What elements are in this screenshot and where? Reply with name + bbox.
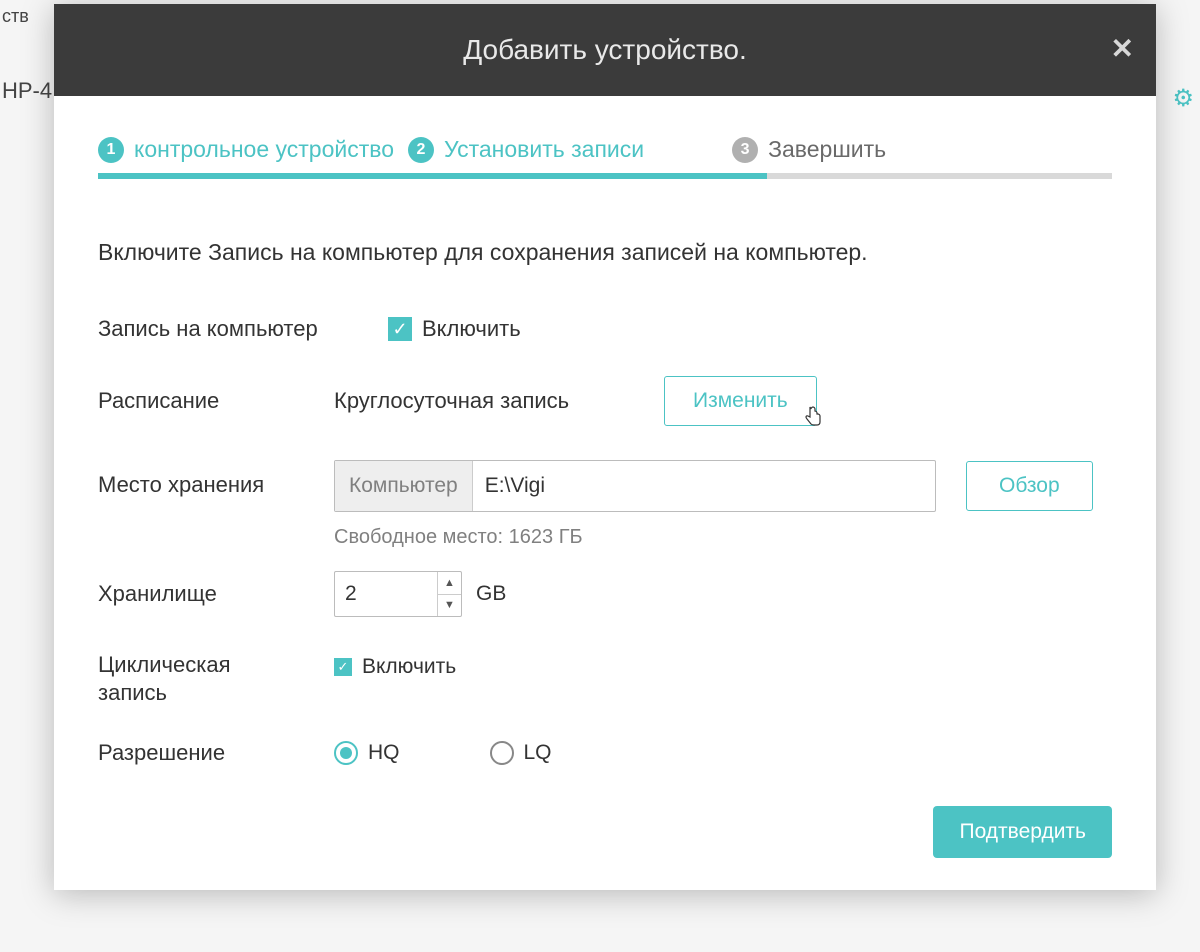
bg-text-model: HP-4 <box>2 78 52 104</box>
stepper-progress-fill <box>98 173 767 179</box>
step-label: Завершить <box>768 136 886 163</box>
modal-title: Добавить устройство. <box>463 34 747 66</box>
record-enable-checkbox-group: ✓ Включить <box>388 316 521 342</box>
storage-label: Место хранения <box>98 472 334 498</box>
step-number: 1 <box>98 137 124 163</box>
bg-text: ств <box>2 6 29 27</box>
step-number: 2 <box>408 137 434 163</box>
stepper-up-icon[interactable]: ▲ <box>438 572 461 595</box>
step-label: контрольное устройство <box>134 136 394 163</box>
resolution-lq-radio[interactable]: LQ <box>490 741 552 765</box>
resolution-hq-radio[interactable]: HQ <box>334 741 400 765</box>
enable-record-checkbox[interactable]: ✓ <box>388 317 412 341</box>
cyclic-record-row: Циклическая запись ✓ Включить <box>98 651 1112 706</box>
browse-button[interactable]: Обзор <box>966 461 1093 511</box>
close-icon[interactable]: ✕ <box>1111 32 1134 65</box>
storage-size-row: Хранилище 2 ▲ ▼ GB <box>98 571 1112 617</box>
stepper: 1 контрольное устройство 2 Установить за… <box>98 136 1112 163</box>
resolution-label: Разрешение <box>98 740 334 766</box>
step-finish: 3 Завершить <box>732 136 886 163</box>
modal-footer: Подтвердить <box>98 806 1112 858</box>
change-schedule-button[interactable]: Изменить <box>664 376 817 426</box>
free-space-text: Свободное место: 1623 ГБ <box>334 526 1112 549</box>
enable-cyclic-checkbox[interactable]: ✓ <box>334 658 352 676</box>
description-text: Включите Запись на компьютер для сохране… <box>98 239 1112 266</box>
radio-hq-label: HQ <box>368 741 400 765</box>
storage-path-input[interactable]: Компьютер E:\Vigi <box>334 460 936 512</box>
enable-record-label: Включить <box>422 316 521 342</box>
radio-checked-icon <box>334 741 358 765</box>
cyclic-record-label: Циклическая запись <box>98 651 298 706</box>
add-device-modal: Добавить устройство. ✕ 1 контрольное уст… <box>54 4 1156 890</box>
resolution-radio-group: HQ LQ <box>334 741 552 765</box>
schedule-label: Расписание <box>98 388 334 414</box>
gear-icon[interactable]: ⚙ <box>1172 84 1194 113</box>
radio-lq-label: LQ <box>524 741 552 765</box>
step-control-device[interactable]: 1 контрольное устройство <box>98 136 394 163</box>
storage-prefix: Компьютер <box>335 461 473 511</box>
modal-header: Добавить устройство. ✕ <box>54 4 1156 96</box>
enable-cyclic-label: Включить <box>362 655 456 679</box>
storage-size-label: Хранилище <box>98 581 334 607</box>
step-number: 3 <box>732 137 758 163</box>
storage-size-unit: GB <box>476 582 506 606</box>
resolution-row: Разрешение HQ LQ <box>98 740 1112 766</box>
storage-path-value: E:\Vigi <box>473 461 935 511</box>
step-label: Установить записи <box>444 136 644 163</box>
stepper-down-icon[interactable]: ▼ <box>438 595 461 617</box>
cyclic-enable-group: ✓ Включить <box>334 655 456 679</box>
storage-size-stepper[interactable]: 2 ▲ ▼ <box>334 571 462 617</box>
record-to-pc-row: Запись на компьютер ✓ Включить <box>98 316 1112 342</box>
storage-size-value: 2 <box>335 572 437 616</box>
schedule-row: Расписание Круглосуточная запись Изменит… <box>98 376 1112 426</box>
radio-unchecked-icon <box>490 741 514 765</box>
stepper-progress <box>98 173 1112 179</box>
storage-location-row: Место хранения Компьютер E:\Vigi Обзор С… <box>98 460 1112 549</box>
schedule-value: Круглосуточная запись <box>334 388 664 414</box>
record-to-pc-label: Запись на компьютер <box>98 316 388 342</box>
confirm-button[interactable]: Подтвердить <box>933 806 1112 858</box>
step-set-records[interactable]: 2 Установить записи <box>408 136 644 163</box>
